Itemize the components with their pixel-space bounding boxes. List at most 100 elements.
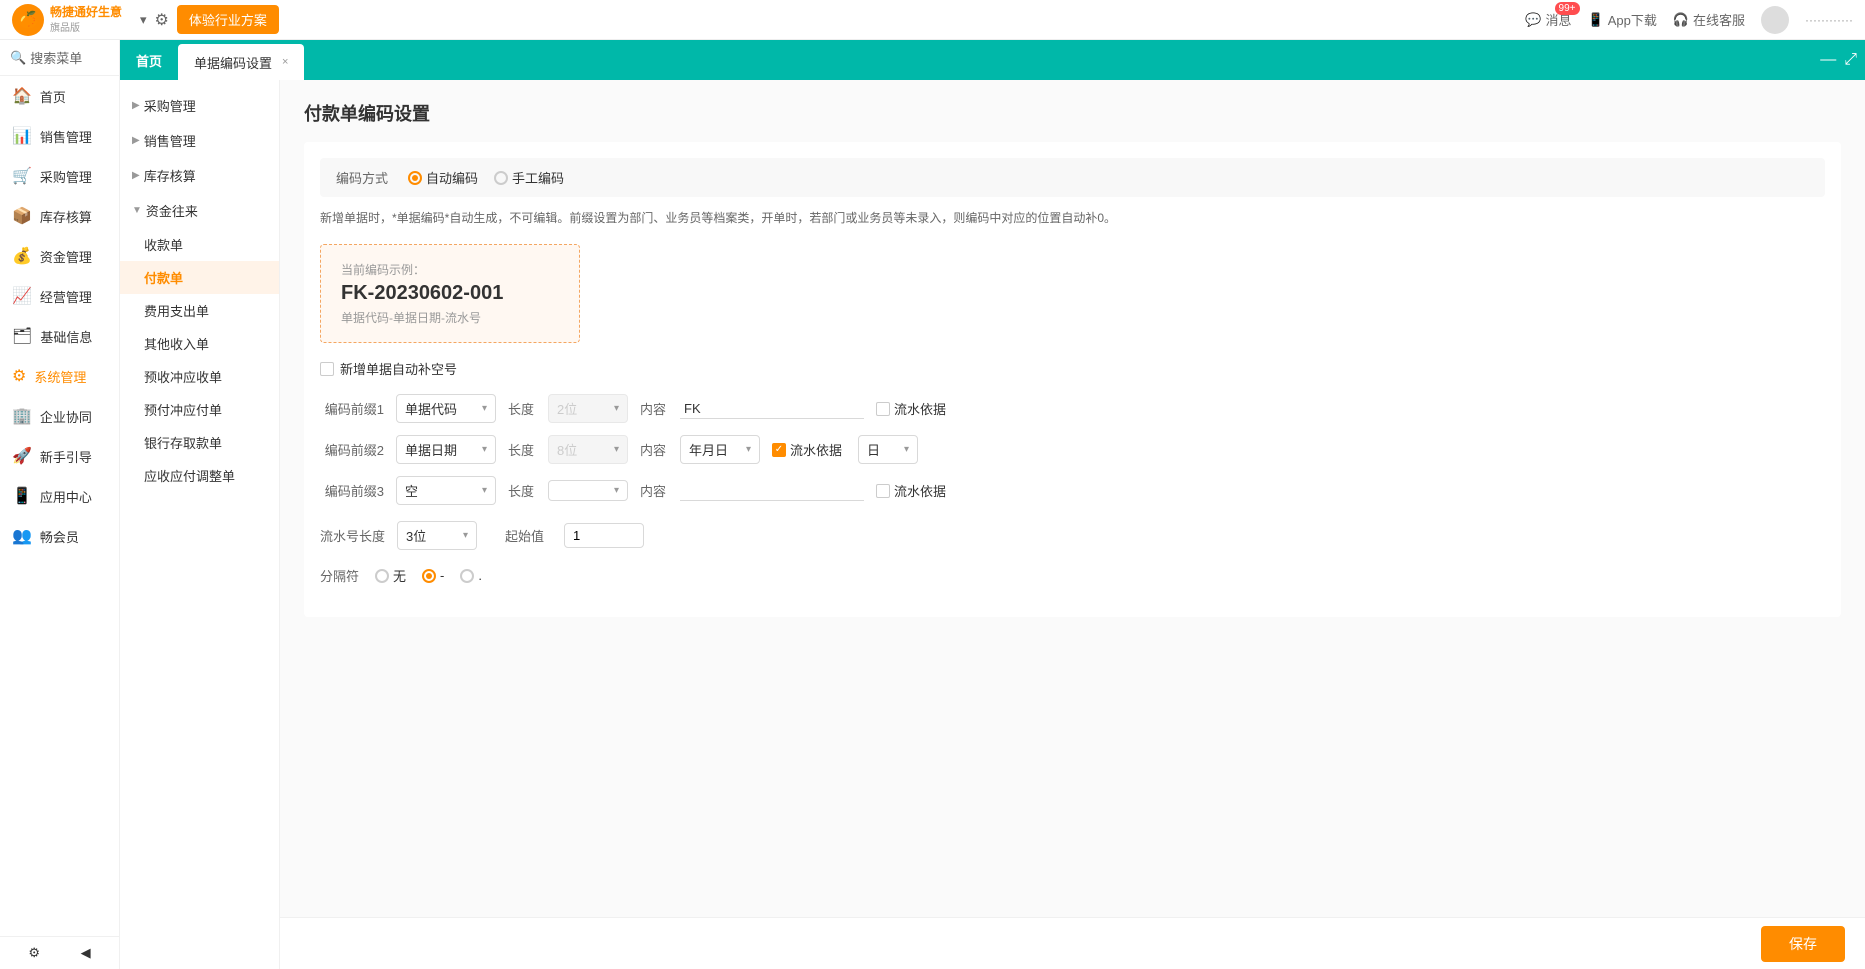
prefix3-content-label: 内容 [640, 481, 668, 500]
download-icon: 📱 [1588, 12, 1604, 28]
start-value-input[interactable] [564, 523, 644, 548]
operations-icon: 📈 [12, 286, 32, 306]
tab-home[interactable]: 首页 [120, 40, 178, 80]
message-icon: 💬 [1525, 12, 1541, 28]
maximize-icon[interactable]: ⤢ [1844, 51, 1857, 69]
nav-payable-adjust[interactable]: 应收应付调整单 [120, 459, 279, 492]
sep-dot-radio[interactable]: . [460, 568, 482, 583]
form-row-prefix3: 编码前缀3 空 ▾ 长度 ▾ 内容 [320, 476, 1825, 505]
message-badge: 99+ [1555, 2, 1580, 15]
main-content: 付款单编码设置 编码方式 自动编码 手工编码 [280, 80, 1865, 917]
prefix3-length-select[interactable]: ▾ [548, 480, 628, 501]
encoding-section: 编码方式 自动编码 手工编码 [304, 142, 1841, 617]
purchase-icon: 🛒 [12, 166, 32, 186]
prefix1-content-input[interactable] [680, 399, 864, 419]
prefix3-stream-checkbox[interactable] [876, 484, 890, 498]
radio-auto[interactable]: 自动编码 [408, 168, 478, 187]
header-dropdown[interactable]: ▾ [140, 12, 147, 28]
notice-text: 新增单据时，*单据编码*自动生成，不可编辑。前缀设置为部门、业务员等档案类，开单… [320, 209, 1825, 228]
sidebar-bottom: ⚙ ◀ [0, 936, 119, 969]
enterprise-icon: 🏢 [12, 406, 32, 426]
serial-length-select[interactable]: 3位 ▾ [397, 521, 477, 550]
radio-manual[interactable]: 手工编码 [494, 168, 564, 187]
sidebar-item-member[interactable]: 👥 畅会员 [0, 516, 119, 556]
sidebar-item-basic[interactable]: 🗂 基础信息 [0, 316, 119, 356]
nav-bank-deposit[interactable]: 银行存取款单 [120, 426, 279, 459]
prefix1-label: 编码前缀1 [320, 399, 384, 418]
prefix3-select[interactable]: 空 ▾ [396, 476, 496, 505]
logo-text: 畅捷通好生意 旗品版 [50, 5, 122, 34]
sidebar-item-apps[interactable]: 📱 应用中心 [0, 476, 119, 516]
header-left: 🍊 畅捷通好生意 旗品版 ▾ ⚙ 体验行业方案 [12, 4, 279, 36]
sep-dot-radio-btn[interactable] [460, 569, 474, 583]
encoding-type-label: 编码方式 [336, 168, 388, 187]
nav-group-stock[interactable]: ▶ 库存核算 [120, 158, 279, 193]
prefix3-content-input[interactable] [680, 481, 864, 501]
minimize-icon[interactable]: — [1820, 51, 1836, 69]
prefix2-length-select[interactable]: 8位 ▾ [548, 435, 628, 464]
prefix1-length-select[interactable]: 2位 ▾ [548, 394, 628, 423]
settings-icon[interactable]: ⚙ [155, 10, 169, 30]
nav-group-purchase[interactable]: ▶ 采购管理 [120, 88, 279, 123]
sidebar-item-operations[interactable]: 📈 经营管理 [0, 276, 119, 316]
prefix3-arrow: ▾ [482, 485, 487, 496]
avatar[interactable] [1761, 6, 1789, 34]
sidebar-item-purchase[interactable]: 🛒 采购管理 [0, 156, 119, 196]
radio-auto-btn[interactable] [408, 171, 422, 185]
sep-none-radio-btn[interactable] [375, 569, 389, 583]
sep-dash-radio[interactable]: - [422, 568, 444, 583]
prefix3-stream-check: 流水依据 [876, 481, 946, 500]
encoding-type-radios: 自动编码 手工编码 [408, 168, 564, 187]
main-area: 首页 单据编码设置 × — ⤢ ▶ 采购管理 ▶ 销售管理 ▶ 库存核算 [120, 40, 1865, 969]
nav-payment[interactable]: 付款单 [120, 261, 279, 294]
nav-other-income[interactable]: 其他收入单 [120, 327, 279, 360]
sep-dash-radio-btn[interactable] [422, 569, 436, 583]
expand-capital-icon: ▼ [132, 205, 142, 216]
trial-btn[interactable]: 体验行业方案 [177, 5, 279, 34]
sidebar-item-enterprise[interactable]: 🏢 企业协同 [0, 396, 119, 436]
sidebar-item-finance[interactable]: 💰 资金管理 [0, 236, 119, 276]
prefix2-label: 编码前缀2 [320, 440, 384, 459]
search-menu-btn[interactable]: 🔍 搜索菜单 [0, 40, 119, 76]
save-button[interactable]: 保存 [1761, 926, 1845, 962]
app-download-btn[interactable]: 📱 App下载 [1588, 10, 1657, 29]
content-area: ▶ 采购管理 ▶ 销售管理 ▶ 库存核算 ▼ 资金往来 收款单 付款单 [120, 80, 1865, 969]
prefix1-length-arrow: ▾ [614, 403, 619, 414]
sidebar-item-home[interactable]: 🏠 首页 [0, 76, 119, 116]
prefix2-length-arrow: ▾ [614, 444, 619, 455]
sidebar-collapse-icon[interactable]: ◀ [81, 945, 91, 961]
tab-encoding-settings[interactable]: 单据编码设置 × [178, 44, 304, 80]
headset-icon: 🎧 [1673, 12, 1689, 28]
tab-close-icon[interactable]: × [282, 56, 288, 68]
prefix2-stream-checkbox[interactable]: ✓ [772, 443, 786, 457]
sidebar-item-system[interactable]: ⚙ 系统管理 [0, 356, 119, 396]
online-service-btn[interactable]: 🎧 在线客服 [1673, 10, 1745, 29]
nav-group-sales[interactable]: ▶ 销售管理 [120, 123, 279, 158]
logo-icon: 🍊 [12, 4, 44, 36]
message-btn[interactable]: 💬 消息 99+ [1525, 10, 1571, 29]
prefix2-content-select[interactable]: 年月日 ▾ [680, 435, 760, 464]
sidebar-settings-icon[interactable]: ⚙ [28, 945, 40, 961]
auto-fill-checkbox[interactable] [320, 362, 334, 376]
sidebar-item-stock[interactable]: 📦 库存核算 [0, 196, 119, 236]
nav-prepay-payable[interactable]: 预付冲应付单 [120, 393, 279, 426]
prefix2-stream-select[interactable]: 日 ▾ [858, 435, 918, 464]
sidebar-item-sales[interactable]: 📊 销售管理 [0, 116, 119, 156]
nav-expense[interactable]: 费用支出单 [120, 294, 279, 327]
prefix2-select[interactable]: 单据日期 ▾ [396, 435, 496, 464]
nav-receipt[interactable]: 收款单 [120, 228, 279, 261]
bottom-bar: 保存 [280, 917, 1865, 969]
prefix1-stream-checkbox[interactable] [876, 402, 890, 416]
prefix3-label: 编码前缀3 [320, 481, 384, 500]
prefix1-arrow: ▾ [482, 403, 487, 414]
right-panel: 付款单编码设置 编码方式 自动编码 手工编码 [280, 80, 1865, 969]
sales-icon: 📊 [12, 126, 32, 146]
sidebar-item-newbie[interactable]: 🚀 新手引导 [0, 436, 119, 476]
prefix2-stream-check: ✓ 流水依据 [772, 440, 842, 459]
apps-icon: 📱 [12, 486, 32, 506]
prefix1-select[interactable]: 单据代码 ▾ [396, 394, 496, 423]
radio-manual-btn[interactable] [494, 171, 508, 185]
nav-prepay-receivable[interactable]: 预收冲应收单 [120, 360, 279, 393]
nav-group-capital[interactable]: ▼ 资金往来 [120, 193, 279, 228]
sep-none-radio[interactable]: 无 [375, 566, 406, 585]
